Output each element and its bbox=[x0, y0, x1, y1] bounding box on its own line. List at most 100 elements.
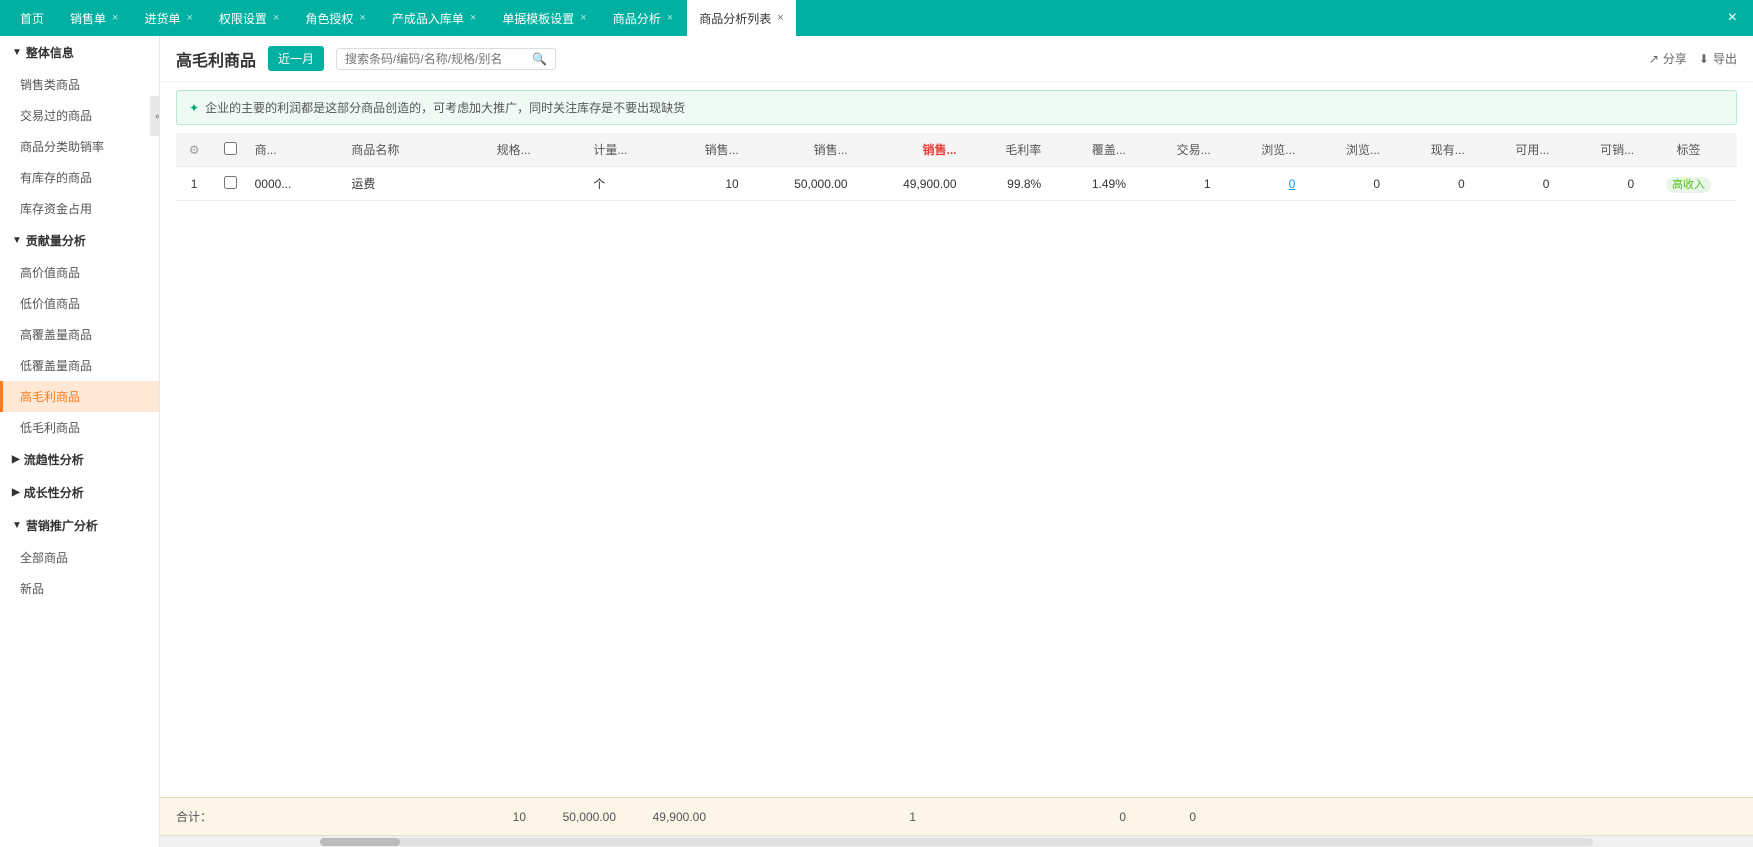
footer-available1: 0 bbox=[1056, 810, 1126, 824]
nav-permission[interactable]: 权限设置 × bbox=[207, 0, 291, 36]
sidebar-item-low-margin[interactable]: 低毛利商品 bbox=[0, 412, 159, 443]
chevron-right-icon-2: ▶ bbox=[12, 487, 20, 498]
chevron-down-icon-2: ▼ bbox=[12, 235, 22, 246]
row-gross-rate: 99.8% bbox=[963, 167, 1048, 201]
footer-sales-cost: 49,900.00 bbox=[616, 810, 706, 824]
sidebar: ▼ 整体信息 销售类商品 交易过的商品 商品分类助销率 有库存的商品 库存资金占… bbox=[0, 36, 160, 847]
col-header-gross-rate: 毛利率 bbox=[963, 133, 1048, 167]
scroll-track[interactable] bbox=[320, 838, 1593, 846]
row-available1: 0 bbox=[1386, 167, 1471, 201]
sidebar-item-sales-goods[interactable]: 销售类商品 bbox=[0, 69, 159, 100]
footer-cells: 10 50,000.00 49,900.00 1 0 0 bbox=[456, 810, 1737, 824]
search-input[interactable] bbox=[345, 52, 528, 66]
search-icon[interactable]: 🔍 bbox=[532, 52, 547, 66]
row-sales-amt: 50,000.00 bbox=[745, 167, 854, 201]
nav-role-close[interactable]: × bbox=[359, 12, 365, 24]
scroll-thumb[interactable] bbox=[320, 838, 400, 846]
col-header-sellable: 可销... bbox=[1555, 133, 1640, 167]
sidebar-group-overall[interactable]: ▼ 整体信息 bbox=[0, 36, 159, 69]
nav-sales-close[interactable]: × bbox=[112, 12, 118, 24]
row-sales-cost: 49,900.00 bbox=[854, 167, 963, 201]
content-area: 高毛利商品 近一月 🔍 ↗ 分享 ⬇ 导出 ✦ 企业的主要的利润都是这部分商品创… bbox=[160, 36, 1753, 847]
nav-sales[interactable]: 销售单 × bbox=[58, 0, 130, 36]
nav-template-close[interactable]: × bbox=[580, 12, 586, 24]
row-browse1: 0 bbox=[1217, 167, 1302, 201]
sidebar-item-new-goods[interactable]: 新品 bbox=[0, 573, 159, 604]
nav-home[interactable]: 首页 bbox=[8, 0, 56, 36]
row-sales-qty: 10 bbox=[660, 167, 745, 201]
table-container: ⚙ 商... 商品名称 规格... bbox=[160, 133, 1753, 797]
chevron-down-icon-3: ▼ bbox=[12, 520, 22, 531]
nav-analysis-close[interactable]: × bbox=[667, 12, 673, 24]
nav-inventory-close[interactable]: × bbox=[470, 12, 476, 24]
data-table: ⚙ 商... 商品名称 规格... bbox=[176, 133, 1737, 201]
sidebar-item-stock-goods[interactable]: 有库存的商品 bbox=[0, 162, 159, 193]
nav-template[interactable]: 单据模板设置 × bbox=[490, 0, 598, 36]
info-banner: ✦ 企业的主要的利润都是这部分商品创造的，可考虑加大推广，同时关注库存是不要出现… bbox=[176, 90, 1737, 125]
select-all-checkbox[interactable] bbox=[224, 142, 237, 155]
sidebar-group-growth[interactable]: ▶ 成长性分析 bbox=[0, 476, 159, 509]
col-header-browse2: 浏览... bbox=[1301, 133, 1386, 167]
sidebar-group-contribution[interactable]: ▼ 贡献量分析 bbox=[0, 224, 159, 257]
header-actions: ↗ 分享 ⬇ 导出 bbox=[1649, 50, 1737, 67]
nav-purchase-close[interactable]: × bbox=[186, 12, 192, 24]
row-sellable: 0 bbox=[1555, 167, 1640, 201]
export-button[interactable]: ⬇ 导出 bbox=[1699, 50, 1737, 67]
filter-recent-month-button[interactable]: 近一月 bbox=[268, 46, 324, 71]
sidebar-item-high-value[interactable]: 高价值商品 bbox=[0, 257, 159, 288]
row-num: 1 bbox=[176, 167, 212, 201]
sidebar-group-trend[interactable]: ▶ 流趋性分析 bbox=[0, 443, 159, 476]
share-button[interactable]: ↗ 分享 bbox=[1649, 50, 1687, 67]
sidebar-item-traded-goods[interactable]: 交易过的商品 bbox=[0, 100, 159, 131]
chevron-down-icon: ▼ bbox=[12, 47, 22, 58]
sidebar-item-low-coverage[interactable]: 低覆盖量商品 bbox=[0, 350, 159, 381]
gear-icon[interactable]: ⚙ bbox=[189, 143, 200, 157]
col-header-sales-amt: 销售... bbox=[745, 133, 854, 167]
row-select-checkbox[interactable] bbox=[224, 176, 237, 189]
table-header-row: ⚙ 商... 商品名称 规格... bbox=[176, 133, 1737, 167]
settings-col-header[interactable]: ⚙ bbox=[176, 133, 212, 167]
row-trade: 1 bbox=[1132, 167, 1217, 201]
nav-analysis[interactable]: 商品分析 × bbox=[601, 0, 685, 36]
sidebar-item-high-coverage[interactable]: 高覆盖量商品 bbox=[0, 319, 159, 350]
col-header-spec: 规格... bbox=[491, 133, 588, 167]
window-close-button[interactable]: × bbox=[1720, 9, 1745, 27]
sidebar-item-stock-capital[interactable]: 库存资金占用 bbox=[0, 193, 159, 224]
row-coverage: 1.49% bbox=[1047, 167, 1132, 201]
checkbox-col-header[interactable] bbox=[212, 133, 248, 167]
share-icon: ↗ bbox=[1649, 52, 1659, 66]
col-header-unit: 计量... bbox=[587, 133, 660, 167]
row-spec bbox=[491, 167, 588, 201]
row-available2: 0 bbox=[1471, 167, 1556, 201]
main-layout: ▼ 整体信息 销售类商品 交易过的商品 商品分类助销率 有库存的商品 库存资金占… bbox=[0, 36, 1753, 847]
sidebar-item-category-rate[interactable]: 商品分类助销率 bbox=[0, 131, 159, 162]
col-header-code: 商... bbox=[249, 133, 346, 167]
sidebar-item-all-goods[interactable]: 全部商品 bbox=[0, 542, 159, 573]
footer-sales-amt: 50,000.00 bbox=[526, 810, 616, 824]
sidebar-group-marketing[interactable]: ▼ 营销推广分析 bbox=[0, 509, 159, 542]
nav-inventory[interactable]: 产成品入库单 × bbox=[380, 0, 488, 36]
search-box[interactable]: 🔍 bbox=[336, 48, 556, 70]
top-nav: 首页 销售单 × 进货单 × 权限设置 × 角色授权 × 产成品入库单 × 单据… bbox=[0, 0, 1753, 36]
col-header-tag: 标签 bbox=[1640, 133, 1737, 167]
footer-sales-qty: 10 bbox=[456, 810, 526, 824]
nav-analysis-list[interactable]: 商品分析列表 × bbox=[687, 0, 795, 36]
row-browse2: 0 bbox=[1301, 167, 1386, 201]
table-footer: 合计： 10 50,000.00 49,900.00 1 0 0 bbox=[160, 797, 1753, 835]
nav-analysis-list-close[interactable]: × bbox=[777, 12, 783, 24]
sidebar-item-high-margin[interactable]: 高毛利商品 bbox=[0, 381, 159, 412]
nav-purchase[interactable]: 进货单 × bbox=[132, 0, 204, 36]
footer-trade: 1 bbox=[846, 810, 916, 824]
bottom-scrollbar[interactable] bbox=[160, 835, 1753, 847]
info-icon: ✦ bbox=[189, 101, 199, 115]
nav-role[interactable]: 角色授权 × bbox=[293, 0, 377, 36]
nav-permission-close[interactable]: × bbox=[273, 12, 279, 24]
sidebar-collapse-button[interactable]: « bbox=[150, 96, 160, 136]
row-checkbox[interactable] bbox=[212, 167, 248, 201]
page-title: 高毛利商品 bbox=[176, 47, 256, 71]
content-header: 高毛利商品 近一月 🔍 ↗ 分享 ⬇ 导出 bbox=[160, 36, 1753, 82]
footer-available2: 0 bbox=[1126, 810, 1196, 824]
col-header-available1: 现有... bbox=[1386, 133, 1471, 167]
sidebar-item-low-value[interactable]: 低价值商品 bbox=[0, 288, 159, 319]
col-header-browse1: 浏览... bbox=[1217, 133, 1302, 167]
